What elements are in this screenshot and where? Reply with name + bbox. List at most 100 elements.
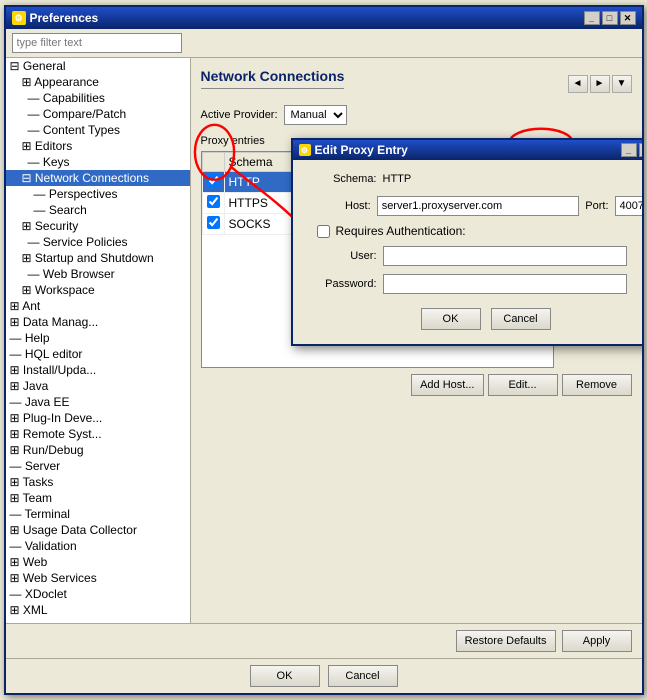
bottom-buttons: Restore Defaults Apply	[6, 623, 642, 658]
sidebar-item-terminal[interactable]: — Terminal	[6, 506, 190, 522]
dialog-password-input[interactable]	[383, 274, 627, 294]
dialog-overlay: ⚙ Edit Proxy Entry _ □ ✕ Schema: HTTP	[291, 138, 642, 346]
dialog-user-label: User:	[307, 250, 377, 262]
sidebar-item-appearance[interactable]: ⊞ Appearance	[6, 74, 190, 90]
right-panel: Network Connections ◄ ► ▼ Active Provide…	[191, 58, 642, 623]
sidebar-item-xdoclet[interactable]: — XDoclet	[6, 586, 190, 602]
sidebar-item-perspectives[interactable]: — Perspectives	[6, 186, 190, 202]
ok-button[interactable]: OK	[250, 665, 320, 687]
dialog-titlebar-controls: _ □ ✕	[621, 143, 642, 157]
sidebar-item-remote-sys[interactable]: ⊞ Remote Syst...	[6, 426, 190, 442]
dialog-password-row: Password:	[307, 274, 642, 294]
sidebar-item-service-policies[interactable]: — Service Policies	[6, 234, 190, 250]
sidebar-item-run-debug[interactable]: ⊞ Run/Debug	[6, 442, 190, 458]
forward-button[interactable]: ►	[590, 75, 610, 93]
sidebar-item-tasks[interactable]: ⊞ Tasks	[6, 474, 190, 490]
restore-defaults-button[interactable]: Restore Defaults	[456, 630, 556, 652]
dialog-cancel-button[interactable]: Cancel	[491, 308, 551, 330]
col-schema	[202, 153, 224, 172]
sidebar-item-help[interactable]: — Help	[6, 330, 190, 346]
sidebar-item-keys[interactable]: — Keys	[6, 154, 190, 170]
sidebar-item-search[interactable]: — Search	[6, 202, 190, 218]
apply-button[interactable]: Apply	[562, 630, 632, 652]
dialog-title: Edit Proxy Entry	[315, 143, 408, 157]
preferences-window: ⚙ Preferences _ □ ✕ ⊟ General ⊞ Appearan…	[4, 5, 644, 695]
dialog-host-row: Host: Port:	[307, 196, 642, 216]
sidebar-item-capabilities[interactable]: — Capabilities	[6, 90, 190, 106]
sidebar-item-server[interactable]: — Server	[6, 458, 190, 474]
socks-schema: SOCKS	[224, 214, 298, 235]
window-title: Preferences	[30, 11, 99, 25]
close-button[interactable]: ✕	[620, 11, 636, 25]
provider-row: Active Provider: Manual Direct	[201, 105, 632, 125]
dialog-content: Schema: HTTP ▶ Host: Port: Requir	[293, 160, 642, 344]
main-content: ⊟ General ⊞ Appearance — Capabilities — …	[6, 58, 642, 623]
dialog-auth-checkbox[interactable]	[317, 225, 330, 238]
dialog-user-row: User:	[307, 246, 642, 266]
sidebar-item-security[interactable]: ⊞ Security	[6, 218, 190, 234]
sidebar-item-usage-data[interactable]: ⊞ Usage Data Collector	[6, 522, 190, 538]
sidebar-item-java-ee[interactable]: — Java EE	[6, 394, 190, 410]
sidebar-item-xml[interactable]: ⊞ XML	[6, 602, 190, 618]
remove-button[interactable]: Remove	[562, 374, 632, 396]
dialog-schema-label: Schema:	[307, 173, 377, 185]
filter-input[interactable]	[12, 33, 182, 53]
titlebar-left: ⚙ Preferences	[12, 11, 99, 25]
sidebar-item-network-connections[interactable]: ⊟ Network Connections	[6, 170, 190, 186]
dialog-auth-row: Requires Authentication:	[307, 224, 642, 238]
dialog-host-label: Host:	[307, 200, 371, 212]
sidebar-item-content-types[interactable]: — Content Types	[6, 122, 190, 138]
titlebar-controls: _ □ ✕	[584, 11, 636, 25]
sidebar-item-data-manag[interactable]: ⊞ Data Manag...	[6, 314, 190, 330]
dropdown-nav-button[interactable]: ▼	[612, 75, 632, 93]
nav-arrows: ◄ ► ▼	[568, 75, 632, 93]
sidebar-item-plugin-dev[interactable]: ⊞ Plug-In Deve...	[6, 410, 190, 426]
edit-proxy-dialog: ⚙ Edit Proxy Entry _ □ ✕ Schema: HTTP	[291, 138, 642, 346]
minimize-button[interactable]: _	[584, 11, 600, 25]
dialog-titlebar: ⚙ Edit Proxy Entry _ □ ✕	[293, 140, 642, 160]
sidebar-item-java[interactable]: ⊞ Java	[6, 378, 190, 394]
sidebar-item-web-services[interactable]: ⊞ Web Services	[6, 570, 190, 586]
sidebar-item-startup[interactable]: ⊞ Startup and Shutdown	[6, 250, 190, 266]
dialog-port-input[interactable]	[615, 196, 642, 216]
socks-checkbox[interactable]	[207, 216, 220, 229]
dialog-schema-row: Schema: HTTP ▶	[307, 170, 642, 188]
sidebar-item-ant[interactable]: ⊞ Ant	[6, 298, 190, 314]
dialog-icon: ⚙	[299, 144, 311, 156]
sidebar: ⊟ General ⊞ Appearance — Capabilities — …	[6, 58, 191, 623]
sidebar-item-comparepatch[interactable]: — Compare/Patch	[6, 106, 190, 122]
sidebar-item-hql-editor[interactable]: — HQL editor	[6, 346, 190, 362]
sidebar-item-web-browser[interactable]: — Web Browser	[6, 266, 190, 282]
filter-bar	[6, 29, 642, 58]
add-host-button[interactable]: Add Host...	[411, 374, 483, 396]
https-schema: HTTPS	[224, 193, 298, 214]
dialog-ok-button[interactable]: OK	[421, 308, 481, 330]
dialog-host-input[interactable]	[377, 196, 580, 216]
sidebar-item-editors[interactable]: ⊞ Editors	[6, 138, 190, 154]
dialog-password-label: Password:	[307, 278, 377, 290]
dialog-user-input[interactable]	[383, 246, 627, 266]
sidebar-item-workspace[interactable]: ⊞ Workspace	[6, 282, 190, 298]
sidebar-item-web[interactable]: ⊞ Web	[6, 554, 190, 570]
provider-select[interactable]: Manual Direct	[284, 105, 347, 125]
dialog-schema-value: HTTP	[383, 173, 412, 185]
edit2-button[interactable]: Edit...	[488, 374, 558, 396]
maximize-button[interactable]: □	[602, 11, 618, 25]
back-button[interactable]: ◄	[568, 75, 588, 93]
http-schema: HTTP	[224, 172, 298, 193]
panel-title: Network Connections	[201, 68, 345, 89]
sidebar-item-team[interactable]: ⊞ Team	[6, 490, 190, 506]
dialog-maximize-button[interactable]: □	[639, 143, 642, 157]
dialog-buttons: OK Cancel	[307, 302, 642, 334]
window-icon: ⚙	[12, 11, 26, 25]
dialog-auth-label: Requires Authentication:	[336, 224, 466, 238]
http-checkbox[interactable]	[207, 174, 220, 187]
titlebar: ⚙ Preferences _ □ ✕	[6, 7, 642, 29]
sidebar-item-validation[interactable]: — Validation	[6, 538, 190, 554]
https-checkbox[interactable]	[207, 195, 220, 208]
col-schema-label: Schema	[224, 153, 298, 172]
sidebar-item-install[interactable]: ⊞ Install/Upda...	[6, 362, 190, 378]
cancel-button[interactable]: Cancel	[328, 665, 398, 687]
sidebar-item-general[interactable]: ⊟ General	[6, 58, 190, 74]
dialog-minimize-button[interactable]: _	[621, 143, 637, 157]
